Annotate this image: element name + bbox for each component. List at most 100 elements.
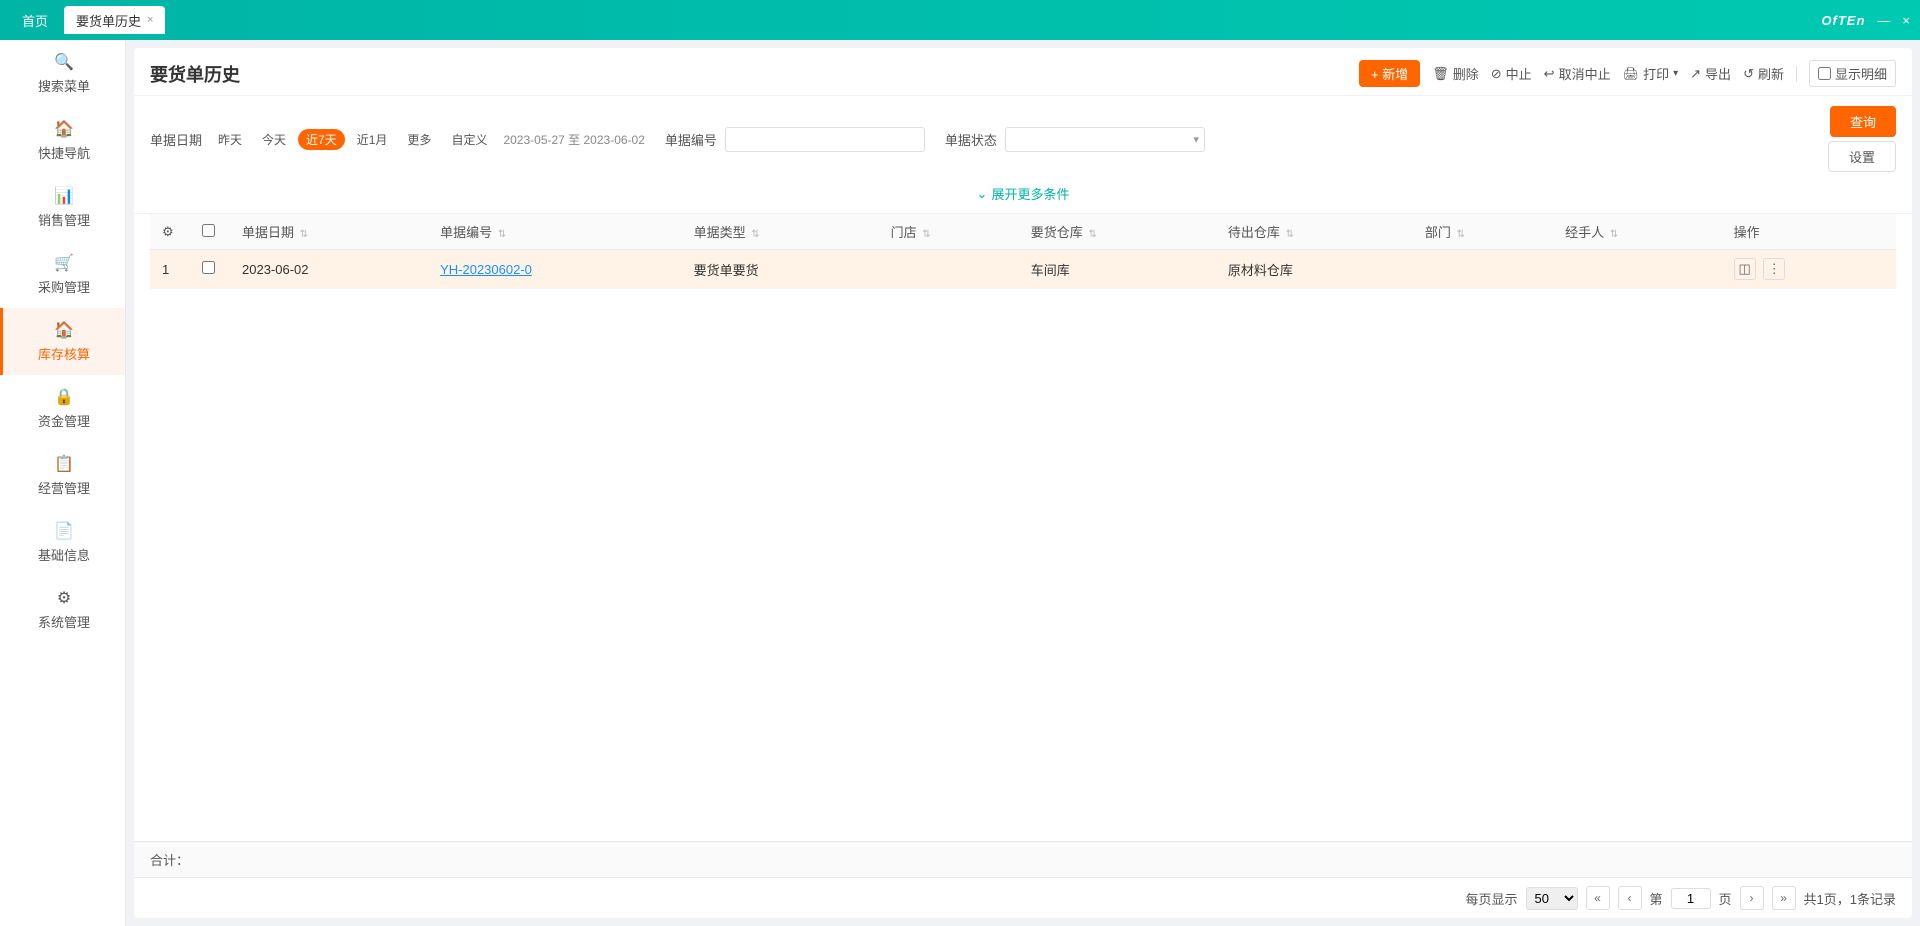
total-info-label: 共1页，1条记录 <box>1804 889 1896 908</box>
docno-input[interactable] <box>725 127 925 152</box>
filter-settings-button[interactable]: 设置 <box>1828 141 1896 172</box>
sidebar-item-finance-mgmt[interactable]: 🔒 资金管理 <box>0 375 125 442</box>
export-button[interactable]: ↗ 导出 <box>1690 64 1731 83</box>
row-operations: ◫ ⋮ <box>1722 250 1896 289</box>
expand-filter-btn[interactable]: ⌄ 展开更多条件 <box>977 184 1070 203</box>
th-department[interactable]: 部门 ⇅ <box>1413 214 1553 250</box>
sort-doc-no-icon: ⇅ <box>498 229 506 240</box>
sort-req-warehouse-icon: ⇅ <box>1088 229 1096 240</box>
row-pending-warehouse: 原材料仓库 <box>1216 250 1413 289</box>
status-select-wrapper: ▾ <box>1005 127 1205 152</box>
sidebar: 🔍 搜索菜单 🏠 快捷导航 📊 销售管理 🛒 采购管理 🏠 库存核算 🔒 资金管… <box>0 40 126 926</box>
sidebar-item-quick-label: 快捷导航 <box>38 143 90 162</box>
tab-requisition-history[interactable]: 要货单历史 × <box>64 6 165 34</box>
cancel-stop-button[interactable]: ↩ 取消中止 <box>1544 64 1611 83</box>
th-store[interactable]: 门店 ⇅ <box>879 214 1019 250</box>
filter-main-row: 单据日期 昨天 今天 近7天 近1月 更多 自定义 2023-05-27 至 2… <box>150 106 1896 172</box>
inventory-calc-icon: 🏠 <box>54 320 74 340</box>
filter-date-btns: 昨天 今天 近7天 近1月 更多 自定义 <box>210 129 495 150</box>
sort-doc-type-icon: ⇅ <box>751 229 759 240</box>
per-page-label: 每页显示 <box>1465 889 1517 908</box>
print-dropdown-icon: ▾ <box>1673 68 1678 79</box>
last-page-btn[interactable]: » <box>1772 886 1796 910</box>
stop-icon: ⊘ <box>1491 66 1502 82</box>
print-icon: 🖨 <box>1623 66 1640 82</box>
th-doc-date[interactable]: 单据日期 ⇅ <box>230 214 428 250</box>
show-detail-btn[interactable]: 显示明细 <box>1809 60 1896 87</box>
sidebar-item-purchase-mgmt[interactable]: 🛒 采购管理 <box>0 241 125 308</box>
sidebar-item-search-label: 搜索菜单 <box>38 76 90 95</box>
th-doc-date-label: 单据日期 <box>242 225 294 240</box>
row-doc-no[interactable]: YH-20230602-0 <box>428 250 681 289</box>
th-operation: 操作 <box>1722 214 1896 250</box>
next-page-btn[interactable]: › <box>1740 886 1764 910</box>
th-pending-warehouse[interactable]: 待出仓库 ⇅ <box>1216 214 1413 250</box>
sidebar-item-sales-mgmt[interactable]: 📊 销售管理 <box>0 174 125 241</box>
delete-button[interactable]: 🗑 删除 <box>1432 64 1479 83</box>
row-checkbox[interactable] <box>202 261 215 274</box>
summary-label: 合计： <box>150 853 189 868</box>
show-detail-label: 显示明细 <box>1835 64 1887 83</box>
th-doc-no[interactable]: 单据编号 ⇅ <box>428 214 681 250</box>
date-btn-custom[interactable]: 自定义 <box>443 129 495 150</box>
date-btn-1month[interactable]: 近1月 <box>349 129 396 150</box>
table-container: ⚙ 单据日期 ⇅ 单据编号 ⇅ 单据类型 <box>134 214 1912 841</box>
status-select[interactable] <box>1005 127 1205 152</box>
summary-row: 合计： <box>134 841 1912 877</box>
row-view-btn[interactable]: ◫ <box>1734 258 1756 280</box>
table-header: ⚙ 单据日期 ⇅ 单据编号 ⇅ 单据类型 <box>150 214 1896 250</box>
export-label: 导出 <box>1705 64 1731 83</box>
close-tab-icon[interactable]: × <box>147 14 153 26</box>
tab-home[interactable]: 首页 <box>10 6 60 34</box>
basic-info-icon: 📄 <box>54 521 74 541</box>
refresh-button[interactable]: ↺ 刷新 <box>1743 64 1784 83</box>
query-button[interactable]: 查询 <box>1830 106 1896 137</box>
date-btn-more[interactable]: 更多 <box>399 129 439 150</box>
date-btn-today[interactable]: 今天 <box>254 129 294 150</box>
th-doc-type[interactable]: 单据类型 ⇅ <box>682 214 879 250</box>
sidebar-item-finance-label: 资金管理 <box>38 411 90 430</box>
sort-pending-warehouse-icon: ⇅ <box>1285 229 1293 240</box>
print-button[interactable]: 🖨 打印 ▾ <box>1623 64 1679 83</box>
sidebar-item-system-label: 系统管理 <box>38 612 90 631</box>
th-req-warehouse[interactable]: 要货仓库 ⇅ <box>1019 214 1216 250</box>
prev-page-btn[interactable]: ‹ <box>1618 886 1642 910</box>
cancel-stop-label: 取消中止 <box>1559 64 1611 83</box>
th-settings[interactable]: ⚙ <box>150 214 190 250</box>
sales-mgmt-icon: 📊 <box>54 186 74 206</box>
th-handler[interactable]: 经手人 ⇅ <box>1553 214 1722 250</box>
sidebar-item-system-mgmt[interactable]: ⚙ 系统管理 <box>0 576 125 643</box>
close-btn[interactable]: × <box>1902 13 1910 28</box>
per-page-select[interactable]: 20 50 100 <box>1526 887 1578 910</box>
th-handler-label: 经手人 <box>1565 225 1604 240</box>
stop-button[interactable]: ⊘ 中止 <box>1491 64 1532 83</box>
page-input[interactable] <box>1671 888 1711 909</box>
operations-mgmt-icon: 📋 <box>54 454 74 474</box>
sidebar-item-basic-info[interactable]: 📄 基础信息 <box>0 509 125 576</box>
page-title: 要货单历史 <box>150 61 240 87</box>
date-label: 单据日期 <box>150 130 202 149</box>
row-more-btn[interactable]: ⋮ <box>1763 258 1785 280</box>
row-doc-date: 2023-06-02 <box>230 250 428 289</box>
tab-requisition-label: 要货单历史 <box>76 11 141 30</box>
show-detail-checkbox[interactable] <box>1818 67 1831 80</box>
sidebar-item-search-menu[interactable]: 🔍 搜索菜单 <box>0 40 125 107</box>
minimize-btn[interactable]: — <box>1877 13 1890 28</box>
select-all-checkbox[interactable] <box>202 224 215 237</box>
filter-action-btns: 查询 设置 <box>1828 106 1896 172</box>
new-button[interactable]: + 新增 <box>1359 60 1420 87</box>
filter-area: 单据日期 昨天 今天 近7天 近1月 更多 自定义 2023-05-27 至 2… <box>134 96 1912 214</box>
delete-icon: 🗑 <box>1432 66 1449 82</box>
th-req-warehouse-label: 要货仓库 <box>1031 225 1083 240</box>
sidebar-item-operations-mgmt[interactable]: 📋 经营管理 <box>0 442 125 509</box>
row-doc-type: 要货单要货 <box>682 250 879 289</box>
date-btn-7days[interactable]: 近7天 <box>298 129 345 150</box>
page-header: 要货单历史 + 新增 🗑 删除 ⊘ 中止 ↩ 取消中止 🖨 打印 <box>134 48 1912 96</box>
first-page-btn[interactable]: « <box>1586 886 1610 910</box>
table-body: 1 2023-06-02 YH-20230602-0 要货单要货 车间库 原材料… <box>150 250 1896 289</box>
th-checkbox <box>190 214 230 250</box>
date-btn-yesterday[interactable]: 昨天 <box>210 129 250 150</box>
filter-status-group: 单据状态 ▾ <box>945 127 1205 152</box>
sidebar-item-inventory-calc[interactable]: 🏠 库存核算 <box>0 308 125 375</box>
sidebar-item-quick-nav[interactable]: 🏠 快捷导航 <box>0 107 125 174</box>
